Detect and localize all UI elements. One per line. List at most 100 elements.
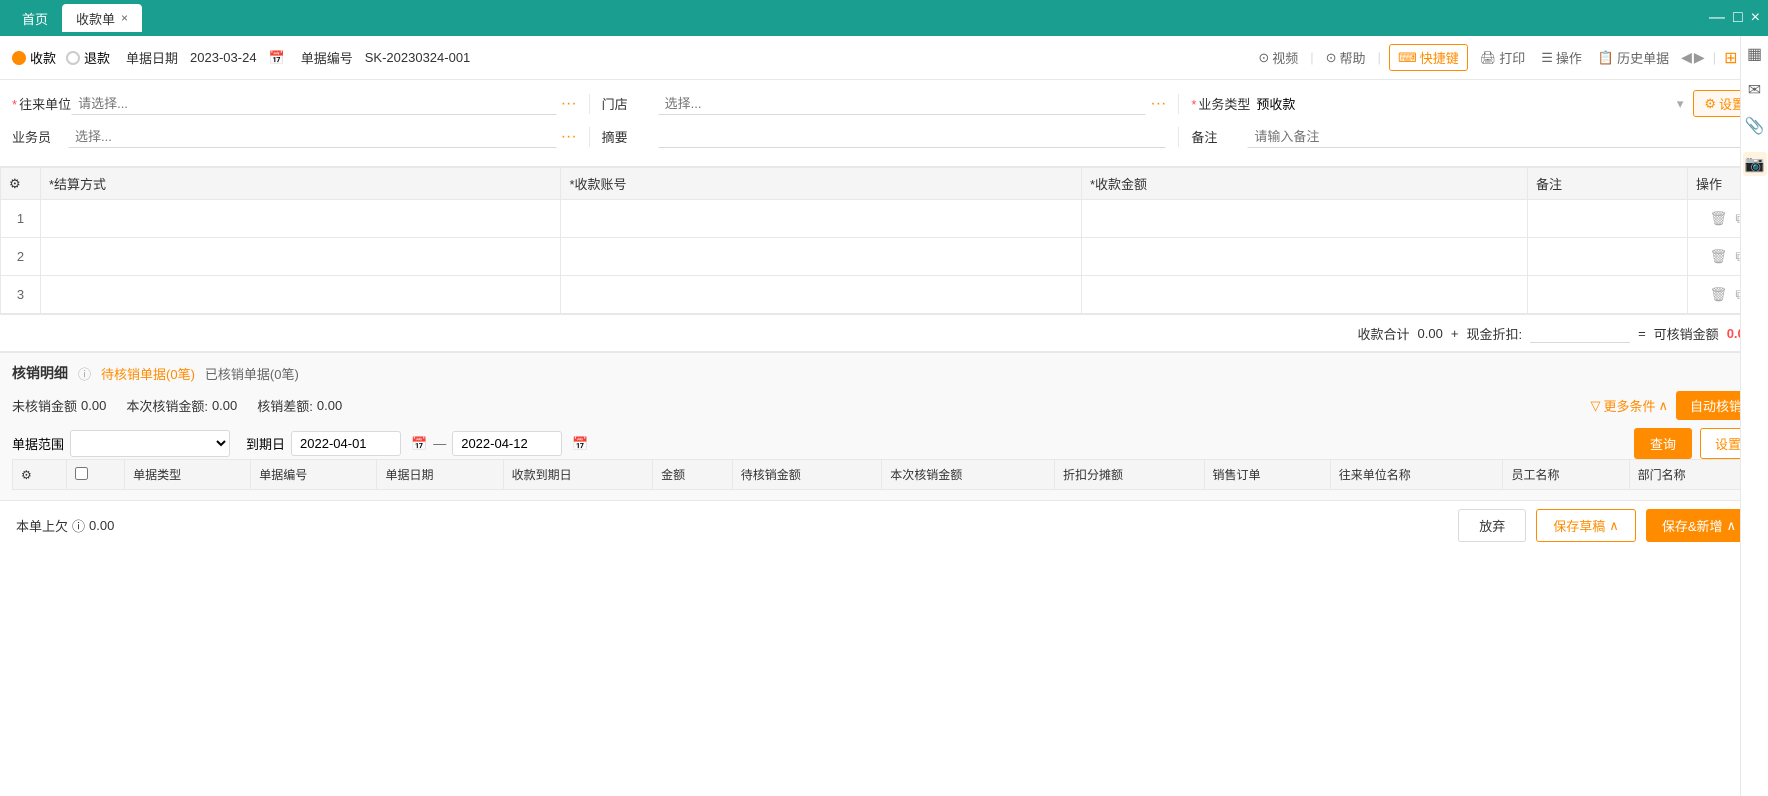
sep2 bbox=[1178, 94, 1179, 114]
help-icon: ⊙ bbox=[1326, 50, 1337, 66]
shop-input[interactable] bbox=[658, 92, 1147, 115]
summary-label: 摘要 bbox=[602, 127, 658, 146]
print-btn[interactable]: 🖨 打印 bbox=[1476, 46, 1530, 69]
nav-arrows: ◀ ▶ bbox=[1681, 49, 1705, 66]
filter-action-btns: 查询 设置 bbox=[1634, 428, 1756, 459]
counterpart-input[interactable] bbox=[71, 92, 557, 115]
bottom-bar: 本单上欠 ⓘ 0.00 放弃 保存草稿 ∧ 保存&新增 ∧ bbox=[0, 500, 1768, 550]
salesperson-field: 业务员 ··· bbox=[12, 125, 577, 148]
operation-icon: ☰ bbox=[1541, 50, 1553, 66]
reconcile-stats: 未核销金额 0.00 本次核销金额: 0.00 核销差额: 0.00 ▽ 更多条… bbox=[12, 391, 1756, 420]
discount-input[interactable] bbox=[1530, 323, 1630, 343]
th-amount: 金额 bbox=[653, 460, 733, 490]
reconcile-info-icon[interactable]: ⓘ bbox=[78, 364, 91, 383]
th-gear-reconcile[interactable]: ⚙ bbox=[13, 460, 67, 490]
toolbar-right: ⊙ 视频 | ⊙ 帮助 | ⌨ 快捷键 🖨 打印 ☰ 操作 📋 bbox=[1254, 44, 1756, 71]
shop-label: 门店 bbox=[602, 94, 658, 113]
amount-1[interactable] bbox=[1081, 200, 1527, 238]
tab-collection[interactable]: 收款单 × bbox=[62, 4, 142, 32]
form-row-1: *往来单位 ··· 门店 ··· *业务类型 预收款 ▾ bbox=[12, 90, 1756, 117]
total-value: 0.00 bbox=[1418, 326, 1443, 341]
account-2[interactable] bbox=[561, 238, 1081, 276]
radio-refund[interactable]: 退款 bbox=[66, 48, 110, 67]
amount-3[interactable] bbox=[1081, 276, 1527, 314]
date-from-input[interactable] bbox=[291, 431, 401, 456]
operation-btn[interactable]: ☰ 操作 bbox=[1537, 46, 1586, 69]
pending-tab[interactable]: 待核销单据(0笔) bbox=[101, 364, 195, 383]
table-gear-header[interactable]: ⚙ bbox=[1, 168, 41, 200]
equals-sign: = bbox=[1638, 326, 1646, 341]
delete-icon-1[interactable]: 🗑 bbox=[1710, 210, 1728, 227]
summary-input[interactable] bbox=[658, 125, 1167, 148]
sidebar-table-icon[interactable]: ▦ bbox=[1747, 44, 1762, 64]
reconcile-section: 核销明细 ⓘ 待核销单据(0笔) 已核销单据(0笔) 未核销金额 0.00 本次… bbox=[0, 351, 1768, 500]
calc-row: 收款合计 0.00 + 现金折扣: = 可核销金额 0.00 bbox=[0, 314, 1768, 351]
save-new-btn[interactable]: 保存&新增 ∧ bbox=[1646, 509, 1752, 542]
business-type-field: *业务类型 预收款 ▾ ⚙ 设置 bbox=[1191, 90, 1756, 117]
account-3[interactable] bbox=[561, 276, 1081, 314]
note-2[interactable] bbox=[1528, 238, 1688, 276]
date-to-icon[interactable]: 📅 bbox=[572, 436, 588, 452]
settle-method-2[interactable] bbox=[41, 238, 561, 276]
delete-icon-3[interactable]: 🗑 bbox=[1710, 286, 1728, 303]
salesperson-input[interactable] bbox=[68, 125, 557, 148]
video-icon: ⊙ bbox=[1258, 50, 1269, 66]
col-account: *收款账号 bbox=[561, 168, 1081, 200]
minimize-btn[interactable]: — bbox=[1709, 9, 1725, 27]
amount-2[interactable] bbox=[1081, 238, 1527, 276]
sidebar-camera-icon[interactable]: 📷 bbox=[1743, 152, 1767, 176]
video-btn[interactable]: ⊙ 视频 bbox=[1254, 46, 1302, 69]
discount-label: 现金折扣: bbox=[1466, 324, 1522, 343]
th-discount: 折扣分摊额 bbox=[1055, 460, 1204, 490]
delete-icon-2[interactable]: 🗑 bbox=[1710, 248, 1728, 265]
available-label: 可核销金额 bbox=[1654, 324, 1719, 343]
row-index-1: 1 bbox=[1, 200, 41, 238]
shop-more-icon[interactable]: ··· bbox=[1150, 96, 1166, 112]
history-btn[interactable]: 📋 历史单据 bbox=[1594, 46, 1673, 69]
tab-home[interactable]: 首页 bbox=[8, 4, 62, 32]
done-tab[interactable]: 已核销单据(0笔) bbox=[205, 364, 299, 383]
th-checkbox[interactable] bbox=[66, 460, 124, 490]
counterpart-more-icon[interactable]: ··· bbox=[561, 96, 577, 112]
maximize-btn[interactable]: □ bbox=[1733, 9, 1743, 27]
next-arrow[interactable]: ▶ bbox=[1694, 49, 1705, 66]
grid-icon[interactable]: ⊞ bbox=[1724, 48, 1737, 68]
note-field: 备注 bbox=[1191, 125, 1756, 148]
plus-sign: + bbox=[1451, 326, 1459, 341]
sep3 bbox=[589, 127, 590, 147]
reconcile-table-area: ⚙ 单据类型 单据编号 单据日期 收款到期日 金额 待核销金额 本次核销金额 折… bbox=[12, 459, 1756, 490]
salesperson-more-icon[interactable]: ··· bbox=[561, 129, 577, 145]
range-select[interactable] bbox=[70, 430, 230, 457]
more-filter-btn[interactable]: ▽ 更多条件 ∧ bbox=[1590, 396, 1668, 415]
due-label: 到期日 bbox=[246, 434, 285, 453]
account-1[interactable] bbox=[561, 200, 1081, 238]
sidebar-attach-icon[interactable]: 📎 bbox=[1745, 116, 1765, 136]
select-all-checkbox[interactable] bbox=[75, 467, 88, 480]
settle-method-3[interactable] bbox=[41, 276, 561, 314]
radio-collect[interactable]: 收款 bbox=[12, 48, 56, 67]
counterpart-label: *往来单位 bbox=[12, 94, 71, 113]
abandon-btn[interactable]: 放弃 bbox=[1458, 509, 1526, 542]
shortcut-btn[interactable]: ⌨ 快捷键 bbox=[1389, 44, 1468, 71]
due-date-field: 到期日 📅 — 📅 bbox=[246, 431, 588, 456]
business-type-dropdown[interactable]: ▾ bbox=[1677, 96, 1684, 112]
calendar-icon[interactable]: 📅 bbox=[269, 50, 285, 66]
date-to-input[interactable] bbox=[452, 431, 562, 456]
sidebar-mail-icon[interactable]: ✉ bbox=[1748, 80, 1761, 100]
row-index-2: 2 bbox=[1, 238, 41, 276]
note-3[interactable] bbox=[1528, 276, 1688, 314]
tab-bar: 首页 收款单 × — □ × bbox=[0, 0, 1768, 36]
close-btn[interactable]: × bbox=[1751, 9, 1760, 27]
bottom-info-icon[interactable]: ⓘ bbox=[72, 516, 85, 535]
form-area: *往来单位 ··· 门店 ··· *业务类型 预收款 ▾ bbox=[0, 80, 1768, 167]
help-btn[interactable]: ⊙ 帮助 bbox=[1322, 46, 1370, 69]
query-btn[interactable]: 查询 bbox=[1634, 428, 1692, 459]
prev-arrow[interactable]: ◀ bbox=[1681, 49, 1692, 66]
settle-method-1[interactable] bbox=[41, 200, 561, 238]
note-input[interactable] bbox=[1247, 125, 1756, 148]
save-draft-btn[interactable]: 保存草稿 ∧ bbox=[1536, 509, 1636, 542]
note-1[interactable] bbox=[1528, 200, 1688, 238]
tab-close-icon[interactable]: × bbox=[121, 11, 128, 25]
date-from-icon[interactable]: 📅 bbox=[411, 436, 427, 452]
uncancelled-stat: 未核销金额 0.00 bbox=[12, 396, 106, 415]
